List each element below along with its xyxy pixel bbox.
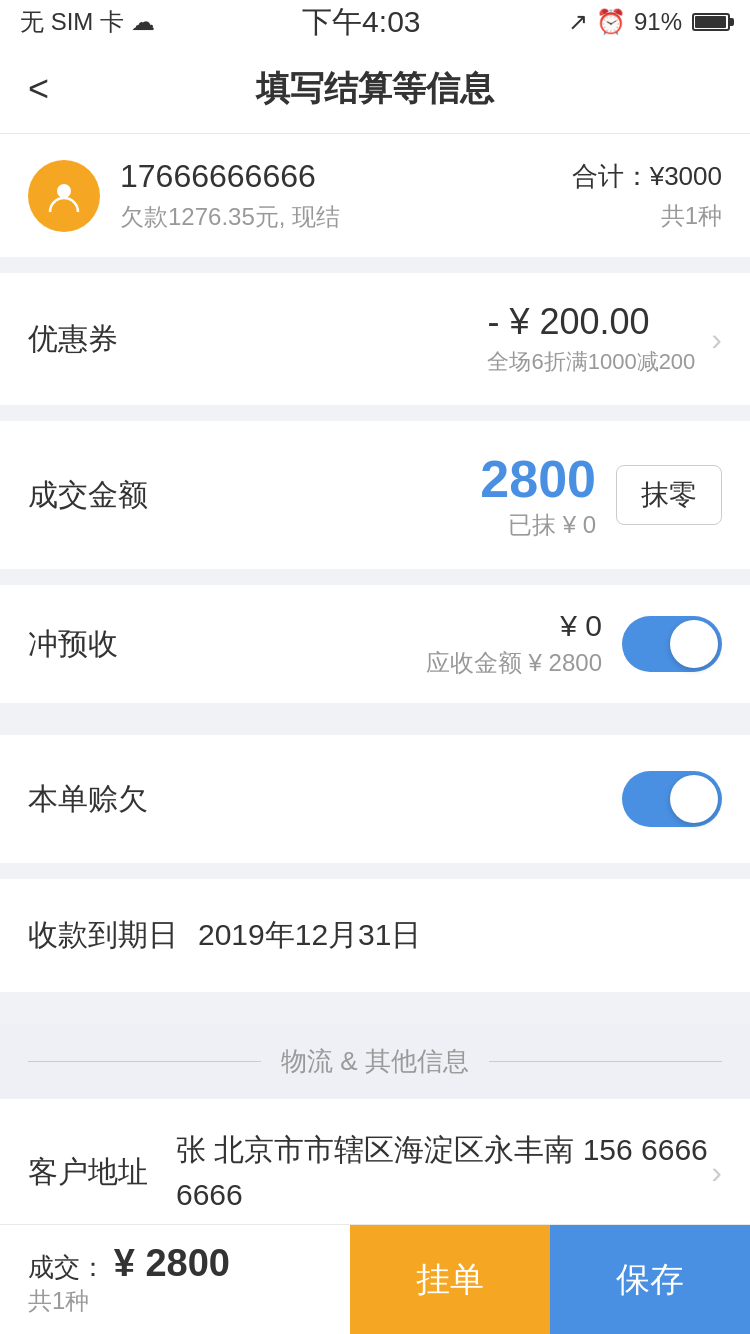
avatar	[28, 160, 100, 232]
credit-toggle[interactable]	[622, 771, 722, 827]
location-icon: ↗	[568, 8, 588, 36]
prereceive-right: ¥ 0 应收金额 ¥ 2800	[426, 609, 722, 679]
sim-label: 无 SIM 卡 ☁	[20, 6, 155, 38]
address-value: 张 北京市市辖区海淀区永丰南 156 6666 6666	[176, 1127, 711, 1217]
amount-label: 成交金额	[28, 475, 148, 516]
header-line-left	[28, 1061, 261, 1062]
credit-toggle-knob	[670, 775, 718, 823]
bottom-bar: 成交： ¥ 2800 共1种 挂单 保存	[0, 1224, 750, 1334]
coupon-section: 优惠券 - ¥ 200.00 全场6折满1000减200 ›	[0, 273, 750, 405]
customer-right: 合计：¥3000 共1种	[572, 159, 722, 232]
divider-1	[0, 719, 750, 735]
amount-right: 2800 已抹 ¥ 0 抹零	[480, 449, 722, 541]
total-count: 共1种	[572, 200, 722, 232]
nav-bar: < 填写结算等信息	[0, 44, 750, 134]
customer-info: 17666666666 欠款1276.35元, 现结	[120, 158, 340, 233]
svg-point-0	[57, 184, 71, 198]
alarm-icon: ⏰	[596, 8, 626, 36]
header-line-right	[489, 1061, 722, 1062]
back-button[interactable]: <	[28, 68, 49, 110]
toggle-knob	[670, 620, 718, 668]
page-title: 填写结算等信息	[256, 66, 494, 112]
amount-erased: 已抹 ¥ 0	[480, 509, 596, 541]
address-chevron-icon: ›	[711, 1154, 722, 1191]
prereceive-value: ¥ 0	[426, 609, 602, 643]
coupon-row[interactable]: 优惠券 - ¥ 200.00 全场6折满1000减200 ›	[0, 273, 750, 405]
credit-row: 本单赊欠	[0, 735, 750, 863]
due-date-label: 收款到期日	[28, 915, 178, 956]
bottom-summary: 成交： ¥ 2800 共1种	[0, 1242, 350, 1317]
battery-icon	[692, 13, 730, 31]
status-right: ↗ ⏰ 91%	[568, 8, 730, 36]
coupon-sub: 全场6折满1000减200	[487, 347, 695, 377]
prereceive-amounts: ¥ 0 应收金额 ¥ 2800	[426, 609, 602, 679]
chevron-right-icon: ›	[711, 321, 722, 358]
amount-value-col: 2800 已抹 ¥ 0	[480, 449, 596, 541]
round-button[interactable]: 抹零	[616, 465, 722, 525]
summary-amount: ¥ 2800	[114, 1242, 230, 1284]
address-label: 客户地址	[28, 1152, 148, 1193]
prereceive-row: 冲预收 ¥ 0 应收金额 ¥ 2800	[0, 585, 750, 703]
coupon-amount-col: - ¥ 200.00 全场6折满1000减200	[487, 301, 695, 377]
total-amount: ¥3000	[650, 161, 722, 191]
hang-button[interactable]: 挂单	[350, 1225, 550, 1335]
due-date-value: 2019年12月31日	[198, 915, 421, 956]
customer-subtitle: 欠款1276.35元, 现结	[120, 201, 340, 233]
logistics-header-text: 物流 & 其他信息	[261, 1044, 489, 1079]
credit-label: 本单赊欠	[28, 779, 148, 820]
prereceive-toggle[interactable]	[622, 616, 722, 672]
coupon-right: - ¥ 200.00 全场6折满1000减200 ›	[487, 301, 722, 377]
status-bar: 无 SIM 卡 ☁ 下午4:03 ↗ ⏰ 91%	[0, 0, 750, 44]
summary-label: 成交：	[28, 1252, 106, 1282]
customer-card: 17666666666 欠款1276.35元, 现结 合计：¥3000 共1种	[0, 134, 750, 257]
amount-row: 成交金额 2800 已抹 ¥ 0 抹零	[0, 421, 750, 569]
date-row: 收款到期日 2019年12月31日	[0, 879, 750, 992]
customer-phone: 17666666666	[120, 158, 340, 195]
battery-percent: 91%	[634, 8, 682, 36]
prereceive-section: 冲预收 ¥ 0 应收金额 ¥ 2800	[0, 585, 750, 703]
amount-big: 2800	[480, 449, 596, 509]
coupon-label: 优惠券	[28, 319, 118, 360]
status-left: 无 SIM 卡 ☁	[20, 6, 155, 38]
status-time: 下午4:03	[302, 2, 420, 43]
summary-count: 共1种	[28, 1285, 322, 1317]
customer-left: 17666666666 欠款1276.35元, 现结	[28, 158, 340, 233]
logistics-header: 物流 & 其他信息	[0, 1024, 750, 1099]
prereceive-label: 冲预收	[28, 624, 118, 665]
main-content: 17666666666 欠款1276.35元, 现结 合计：¥3000 共1种 …	[0, 134, 750, 1334]
total-label: 合计：¥3000	[572, 159, 722, 194]
amount-section: 成交金额 2800 已抹 ¥ 0 抹零	[0, 421, 750, 569]
bottom-summary-top: 成交： ¥ 2800	[28, 1242, 322, 1285]
prereceive-sub: 应收金额 ¥ 2800	[426, 647, 602, 679]
save-button[interactable]: 保存	[550, 1225, 750, 1335]
coupon-amount: - ¥ 200.00	[487, 301, 695, 343]
divider-2	[0, 1008, 750, 1024]
